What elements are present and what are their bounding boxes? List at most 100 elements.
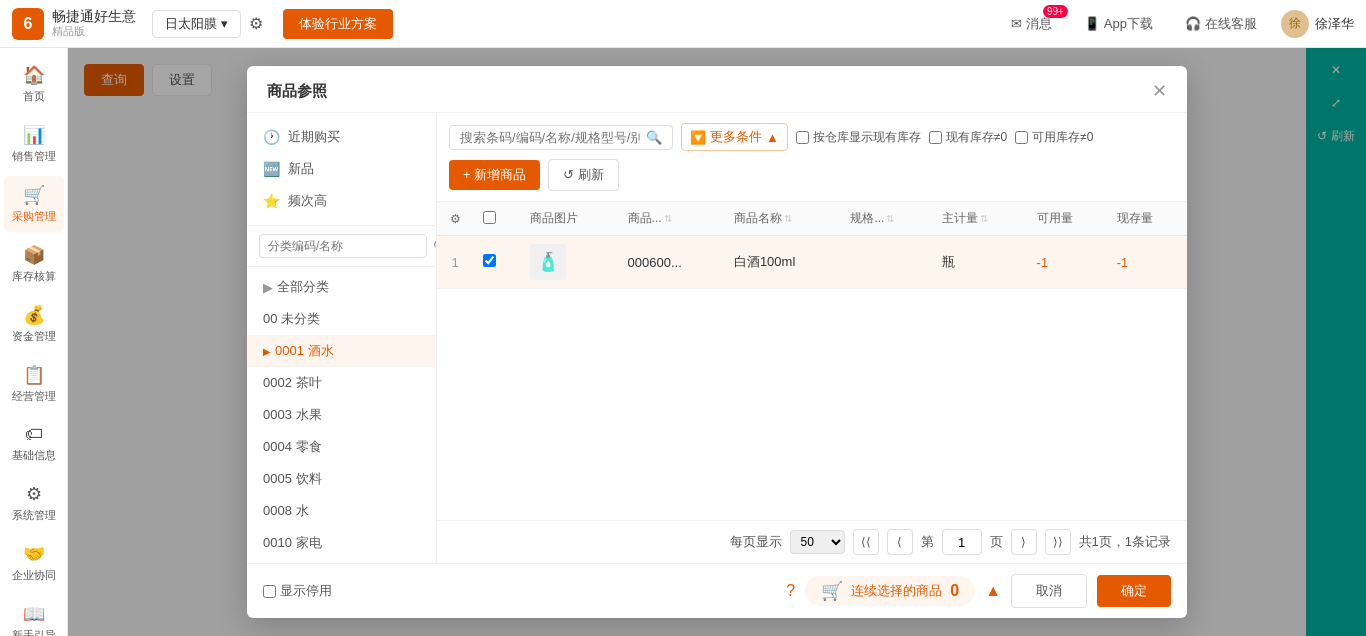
inventory-icon: 📦 (23, 244, 45, 266)
available-stock-checkbox-label[interactable]: 可用库存≠0 (1015, 129, 1093, 146)
cat-label-0001: 0001 酒水 (275, 342, 334, 360)
right-panel: 🔍 🔽 更多条件 ▲ 按仓库显示现有库存 (437, 113, 1187, 563)
table-body: 1 🧴 000600... 白酒100ml 瓶 (437, 236, 1187, 289)
sidebar-item-operations[interactable]: 📋 经营管理 (4, 356, 64, 412)
row-checkbox-cell[interactable] (473, 236, 520, 289)
sidebar-item-inventory[interactable]: 📦 库存核算 (4, 236, 64, 292)
selector-dropdown[interactable]: 日太阳膜 ▾ (152, 10, 241, 38)
page-last-button[interactable]: ⟩⟩ (1045, 529, 1071, 555)
page-label-page: 页 (990, 533, 1003, 551)
refresh-button[interactable]: ↺ 刷新 (548, 159, 619, 191)
sidebar-item-guide[interactable]: 📖 新手引导 (4, 595, 64, 636)
col-name[interactable]: 商品名称⇅ (724, 202, 841, 236)
sidebar-item-sales[interactable]: 📊 销售管理 (4, 116, 64, 172)
sidebar-item-system[interactable]: ⚙ 系统管理 (4, 475, 64, 531)
quick-item-frequent[interactable]: ⭐ 频次高 (247, 185, 436, 217)
cat-item-0004[interactable]: 0004 零食 (247, 431, 436, 463)
online-service-button[interactable]: 🎧 在线客服 (1177, 11, 1265, 37)
col-stock: 现存量 (1107, 202, 1187, 236)
cat-label-0002: 0002 茶叶 (263, 374, 322, 392)
filter-button[interactable]: 🔽 更多条件 ▲ (681, 123, 788, 151)
current-stock-checkbox[interactable] (929, 131, 942, 144)
operations-icon: 📋 (23, 364, 45, 386)
sidebar-label-operations: 经营管理 (12, 389, 56, 404)
add-product-button[interactable]: + 新增商品 (449, 160, 540, 190)
show-disabled-label[interactable]: 显示停用 (263, 582, 332, 600)
main-content: 查询 设置 ✕ ⤢ ↺ 刷新 商品参照 ✕ (68, 48, 1366, 636)
page-size-select[interactable]: 20 50 100 (790, 530, 845, 554)
table-row[interactable]: 1 🧴 000600... 白酒100ml 瓶 (437, 236, 1187, 289)
app-download-button[interactable]: 📱 App下载 (1076, 11, 1161, 37)
cat-arrow-0001: ▶ (263, 346, 271, 357)
quick-item-new[interactable]: 🆕 新品 (247, 153, 436, 185)
row-stock: -1 (1107, 236, 1187, 289)
cat-item-0008[interactable]: 0008 水 (247, 495, 436, 527)
sidebar-item-basic[interactable]: 🏷 基础信息 (4, 416, 64, 471)
category-search-input[interactable] (259, 234, 427, 258)
row-unit: 瓶 (932, 236, 1027, 289)
page-next-button[interactable]: ⟩ (1011, 529, 1037, 555)
warehouse-checkbox[interactable] (796, 131, 809, 144)
cat-arrow-all: ▶ (263, 280, 273, 295)
search-icon[interactable]: 🔍 (646, 130, 662, 145)
message-badge: 99+ (1043, 5, 1068, 18)
help-icon[interactable]: ? (786, 582, 795, 600)
cat-item-all[interactable]: ▶ 全部分类 (247, 271, 436, 303)
cat-item-0001[interactable]: ▶ 0001 酒水 (247, 335, 436, 367)
cart-count: 0 (950, 582, 959, 600)
page-prev-button[interactable]: ⟨ (887, 529, 913, 555)
current-stock-checkbox-label[interactable]: 现有库存≠0 (929, 129, 1007, 146)
dialog-close-button[interactable]: ✕ (1152, 80, 1167, 102)
guide-icon: 📖 (23, 603, 45, 625)
logo-icon: 6 (12, 8, 44, 40)
page-size-label: 每页显示 (730, 533, 782, 551)
left-panel: 🕐 近期购买 🆕 新品 ⭐ 频次高 (247, 113, 437, 563)
select-all-checkbox[interactable] (483, 211, 496, 224)
col-code[interactable]: 商品...⇅ (618, 202, 724, 236)
row-code: 000600... (618, 236, 724, 289)
show-disabled-checkbox[interactable] (263, 585, 276, 598)
show-disabled-text: 显示停用 (280, 582, 332, 600)
col-settings[interactable]: ⚙ (437, 202, 473, 236)
cancel-button[interactable]: 取消 (1011, 574, 1087, 608)
search-input[interactable] (460, 130, 640, 145)
sales-icon: 📊 (23, 124, 45, 146)
filter-label: 更多条件 (710, 128, 762, 146)
confirm-button[interactable]: 确定 (1097, 575, 1171, 607)
row-checkbox[interactable] (483, 254, 496, 267)
quick-item-recent[interactable]: 🕐 近期购买 (247, 121, 436, 153)
cat-item-0005[interactable]: 0005 饮料 (247, 463, 436, 495)
footer-left: 显示停用 (263, 582, 332, 600)
col-spec[interactable]: 规格...⇅ (840, 202, 932, 236)
cat-item-0010[interactable]: 0010 家电 (247, 527, 436, 559)
cat-label-0010: 0010 家电 (263, 534, 322, 552)
nav-right: ✉ 消息 99+ 📱 App下载 🎧 在线客服 徐 徐泽华 (1003, 10, 1354, 38)
warehouse-checkbox-text: 按仓库显示现有库存 (813, 129, 921, 146)
search-box: 🔍 (449, 125, 673, 150)
filter-icon: 🔽 (690, 130, 706, 145)
warehouse-checkbox-label[interactable]: 按仓库显示现有库存 (796, 129, 921, 146)
user-area[interactable]: 徐 徐泽华 (1281, 10, 1354, 38)
service-icon: 🎧 (1185, 16, 1201, 31)
cart-label: 连续选择的商品 (851, 582, 942, 600)
sidebar-item-enterprise[interactable]: 🤝 企业协同 (4, 535, 64, 591)
sidebar-item-home[interactable]: 🏠 首页 (4, 56, 64, 112)
message-button[interactable]: ✉ 消息 99+ (1003, 11, 1060, 37)
trial-button[interactable]: 体验行业方案 (283, 9, 393, 39)
sidebar-item-purchase[interactable]: 🛒 采购管理 (4, 176, 64, 232)
row-num: 1 (437, 236, 473, 289)
row-spec (840, 236, 932, 289)
cat-item-0002[interactable]: 0002 茶叶 (247, 367, 436, 399)
cat-item-00[interactable]: 00 未分类 (247, 303, 436, 335)
cart-collapse-button[interactable]: ▲ (985, 582, 1001, 600)
message-icon: ✉ (1011, 16, 1022, 31)
cat-item-0003[interactable]: 0003 水果 (247, 399, 436, 431)
enterprise-icon: 🤝 (23, 543, 45, 565)
page-number-input[interactable] (942, 529, 982, 555)
col-checkbox[interactable] (473, 202, 520, 236)
settings-icon[interactable]: ⚙ (241, 9, 271, 39)
sidebar-item-finance[interactable]: 💰 资金管理 (4, 296, 64, 352)
page-first-button[interactable]: ⟨⟨ (853, 529, 879, 555)
available-stock-checkbox[interactable] (1015, 131, 1028, 144)
col-unit[interactable]: 主计量⇅ (932, 202, 1027, 236)
